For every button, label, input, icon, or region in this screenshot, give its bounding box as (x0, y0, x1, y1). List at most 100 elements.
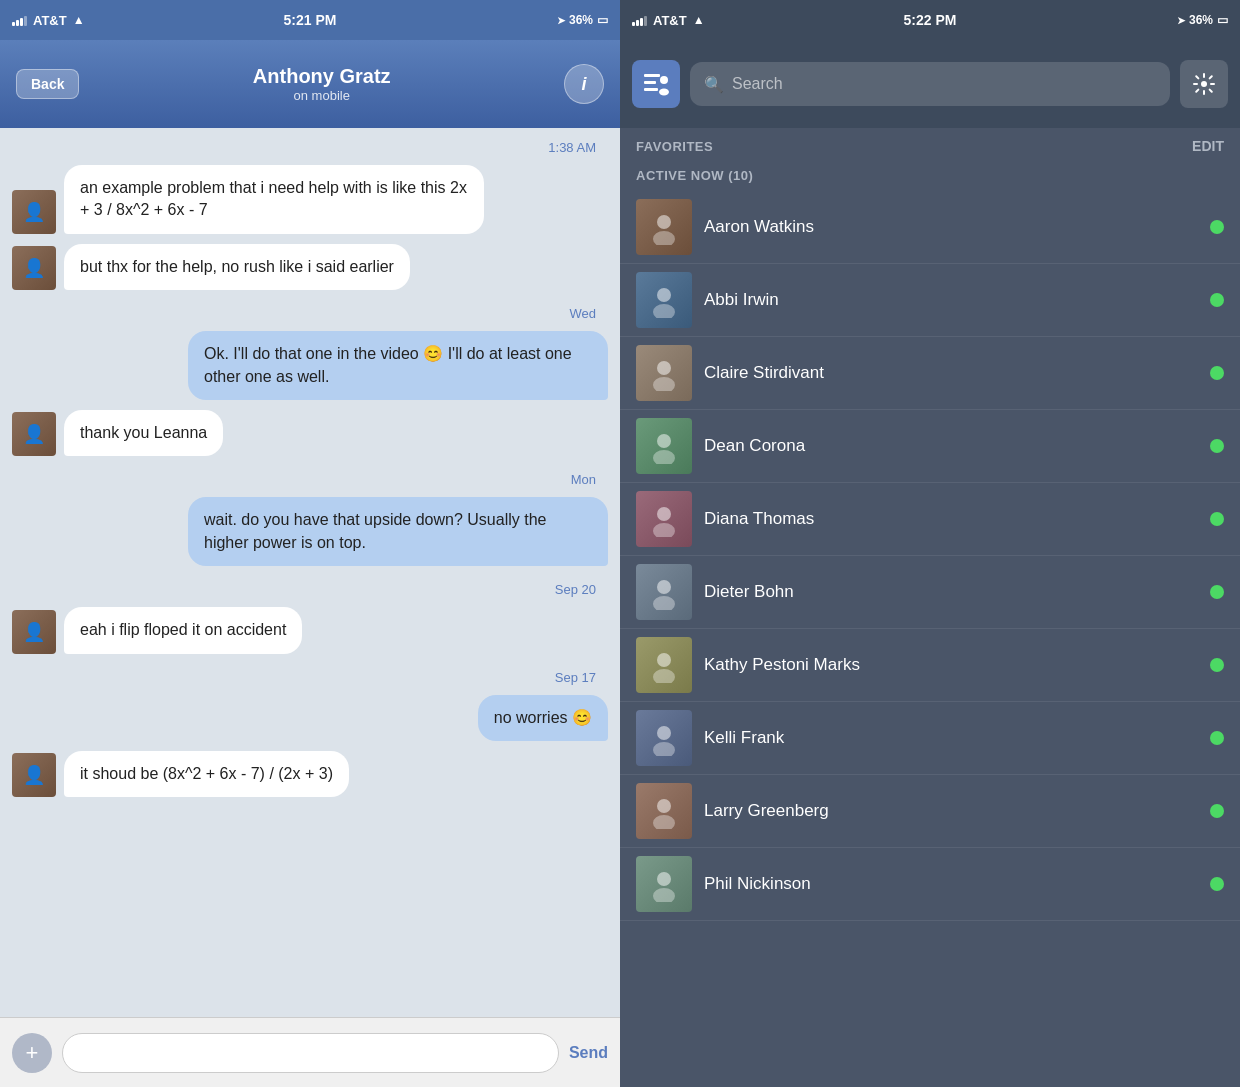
svg-point-22 (657, 799, 671, 813)
bubble-5: wait. do you have that upside down? Usua… (188, 497, 608, 566)
search-input[interactable] (732, 75, 1156, 93)
battery-icon-right: ▭ (1217, 13, 1228, 27)
contact-avatar-c9 (636, 783, 692, 839)
contacts-icon (642, 70, 670, 98)
message-row-5: wait. do you have that upside down? Usua… (12, 497, 608, 566)
contact-name: Anthony Gratz (253, 65, 391, 88)
status-bar-right: AT&T ▲ 5:22 PM ➤ 36% ▭ (620, 0, 1240, 40)
msg-timestamp-3: Wed (570, 306, 601, 321)
contact-avatar-c10 (636, 856, 692, 912)
arrow-icon: ➤ (557, 15, 565, 26)
back-button[interactable]: Back (16, 69, 79, 99)
svg-point-10 (657, 361, 671, 375)
input-bar: + Send (0, 1017, 620, 1087)
contacts-icon-button[interactable] (632, 60, 680, 108)
contact-row-c10[interactable]: Phil Nickinson (620, 848, 1240, 921)
signal-icon (12, 14, 27, 26)
avatar-1: 👤 (12, 190, 56, 234)
avatar-icon (646, 209, 682, 245)
svg-point-4 (659, 89, 669, 96)
contact-avatar-c8 (636, 710, 692, 766)
contact-name-c1: Aaron Watkins (704, 217, 1210, 237)
gear-icon (1192, 72, 1216, 96)
contact-row-c6[interactable]: Dieter Bohn (620, 556, 1240, 629)
contact-name-c6: Dieter Bohn (704, 582, 1210, 602)
message-input[interactable] (62, 1033, 559, 1073)
search-bar: 🔍 (690, 62, 1170, 106)
online-indicator-c5 (1210, 512, 1224, 526)
send-button[interactable]: Send (569, 1044, 608, 1062)
time-left: 5:21 PM (284, 12, 337, 28)
contact-row-c2[interactable]: Abbi Irwin (620, 264, 1240, 337)
plus-button[interactable]: + (12, 1033, 52, 1073)
svg-point-5 (1201, 81, 1207, 87)
right-toolbar: 🔍 (620, 40, 1240, 128)
msg-timestamp-6: Sep 20 (555, 582, 600, 597)
svg-point-24 (657, 872, 671, 886)
arrow-icon-right: ➤ (1177, 15, 1185, 26)
active-now-header: ACTIVE NOW (10) (620, 160, 1240, 191)
message-row-4: 👤 thank you Leanna (12, 410, 608, 456)
contact-name-c9: Larry Greenberg (704, 801, 1210, 821)
gear-button[interactable] (1180, 60, 1228, 108)
status-bar-left: AT&T ▲ 5:21 PM ➤ 36% ▭ (0, 0, 620, 40)
contact-row-c1[interactable]: Aaron Watkins (620, 191, 1240, 264)
svg-point-20 (657, 726, 671, 740)
online-indicator-c3 (1210, 366, 1224, 380)
contact-row-c4[interactable]: Dean Corona (620, 410, 1240, 483)
avatar-6: 👤 (12, 610, 56, 654)
contact-row-c3[interactable]: Claire Stirdivant (620, 337, 1240, 410)
svg-point-12 (657, 434, 671, 448)
avatar-8: 👤 (12, 753, 56, 797)
avatar-icon (646, 282, 682, 318)
contact-avatar-c4 (636, 418, 692, 474)
contact-avatar-c3 (636, 345, 692, 401)
svg-point-11 (653, 377, 675, 391)
avatar-icon (646, 720, 682, 756)
svg-point-17 (653, 596, 675, 610)
svg-point-8 (657, 288, 671, 302)
svg-point-14 (657, 507, 671, 521)
favorites-edit-button[interactable]: EDIT (1192, 138, 1224, 154)
bubble-4: thank you Leanna (64, 410, 223, 456)
contact-row-c7[interactable]: Kathy Pestoni Marks (620, 629, 1240, 702)
online-indicator-c2 (1210, 293, 1224, 307)
msg-timestamp-5: Mon (571, 472, 600, 487)
bubble-1: an example problem that i need help with… (64, 165, 484, 234)
online-indicator-c9 (1210, 804, 1224, 818)
wifi-icon-right: ▲ (693, 13, 705, 27)
avatar-2: 👤 (12, 246, 56, 290)
avatar-icon (646, 866, 682, 902)
message-row-1: 👤 an example problem that i need help wi… (12, 165, 608, 234)
search-icon: 🔍 (704, 75, 724, 94)
svg-point-15 (653, 523, 675, 537)
favorites-label: FAVORITES (636, 139, 713, 154)
contact-name-c10: Phil Nickinson (704, 874, 1210, 894)
avatar-icon (646, 647, 682, 683)
messages-area: 1:38 AM 👤 an example problem that i need… (0, 128, 620, 1017)
svg-rect-3 (644, 88, 658, 91)
svg-point-18 (657, 653, 671, 667)
contact-row-c9[interactable]: Larry Greenberg (620, 775, 1240, 848)
online-indicator-c10 (1210, 877, 1224, 891)
svg-point-23 (653, 815, 675, 829)
contact-row-c5[interactable]: Diana Thomas (620, 483, 1240, 556)
msg-timestamp-7: Sep 17 (555, 670, 600, 685)
svg-point-13 (653, 450, 675, 464)
svg-point-19 (653, 669, 675, 683)
contact-avatar-c2 (636, 272, 692, 328)
contact-avatar-c7 (636, 637, 692, 693)
message-row-6: 👤 eah i flip floped it on accident (12, 607, 608, 653)
bubble-3: Ok. I'll do that one in the video 😊 I'll… (188, 331, 608, 400)
svg-point-16 (657, 580, 671, 594)
message-row-8: 👤 it shoud be (8x^2 + 6x - 7) / (2x + 3) (12, 751, 608, 797)
svg-point-21 (653, 742, 675, 756)
info-button[interactable]: i (564, 64, 604, 104)
message-row-7: no worries 😊 (12, 695, 608, 741)
nav-bar: Back Anthony Gratz on mobile i (0, 40, 620, 128)
avatar-icon (646, 793, 682, 829)
message-row-2: 👤 but thx for the help, no rush like i s… (12, 244, 608, 290)
status-right-right-items: ➤ 36% ▭ (1177, 13, 1228, 27)
contact-row-c8[interactable]: Kelli Frank (620, 702, 1240, 775)
avatar-icon (646, 574, 682, 610)
